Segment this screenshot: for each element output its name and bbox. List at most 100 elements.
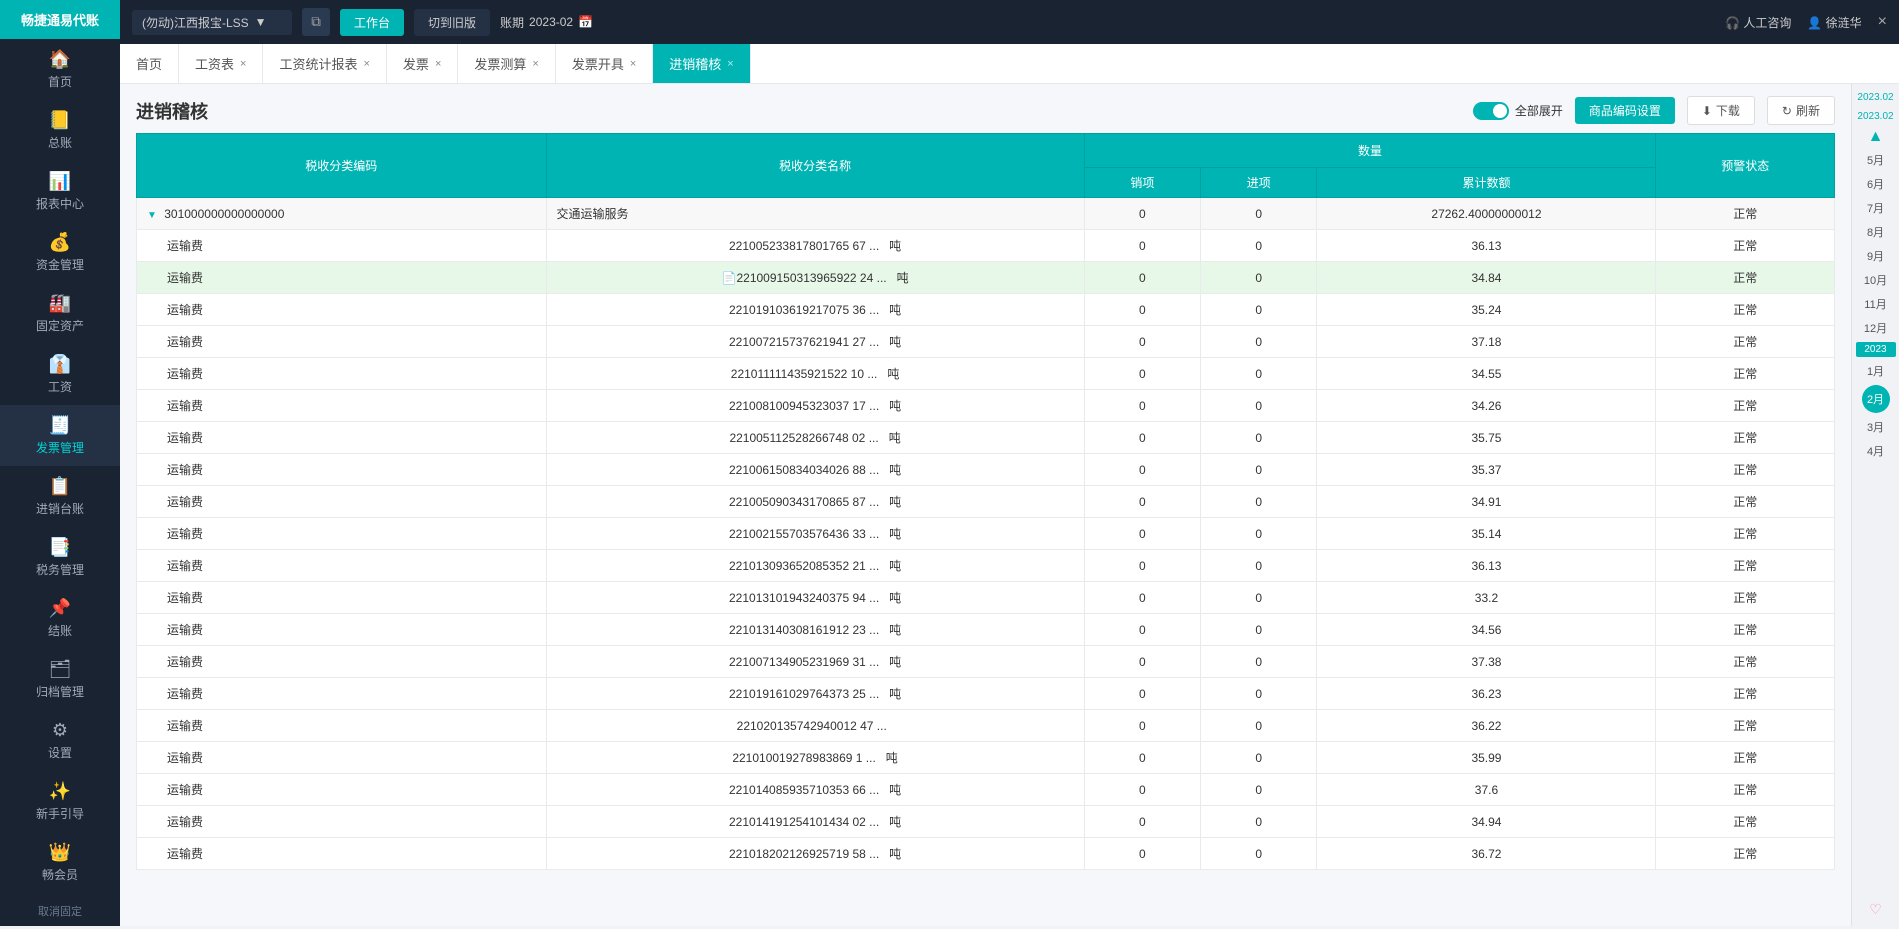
sidebar-item-reports[interactable]: 📊 报表中心 [0, 161, 120, 222]
sidebar-item-closing[interactable]: 📌 结账 [0, 588, 120, 649]
collapse-icon[interactable]: ▼ [147, 210, 157, 221]
row-tax-name: 交通运输服务 [546, 198, 1084, 230]
month-5[interactable]: 5月 [1852, 148, 1899, 172]
sidebar-item-purchase-sales[interactable]: 📋 进销台账 [0, 466, 120, 527]
month-6[interactable]: 6月 [1852, 172, 1899, 196]
table-row[interactable]: 运输费 221014085935710353 66 ... 吨 0 0 37.6… [137, 774, 1835, 806]
tab-home[interactable]: 首页 [120, 44, 179, 83]
table-row[interactable]: 运输费 221020135742940012 47 ... 0 0 36.22 … [137, 710, 1835, 742]
row-invoice-code: 221013140308161912 23 ... 吨 [546, 614, 1084, 646]
row-sales: 0 [1084, 582, 1200, 614]
row-tax-code: 运输费 [137, 422, 547, 454]
table-row[interactable]: 运输费 221013101943240375 94 ... 吨 0 0 33.2… [137, 582, 1835, 614]
tab-reconciliation[interactable]: 进销稽核 × [653, 44, 750, 83]
table-row[interactable]: 运输费 221014191254101434 02 ... 吨 0 0 34.9… [137, 806, 1835, 838]
reports-icon: 📊 [49, 171, 71, 192]
sidebar-item-funds[interactable]: 💰 资金管理 [0, 222, 120, 283]
sidebar-item-assets[interactable]: 🏭 固定资产 [0, 283, 120, 344]
sidebar-item-settings[interactable]: ⚙ 设置 [0, 710, 120, 771]
toggle-expand-label: 全部展开 [1515, 102, 1563, 119]
refresh-button[interactable]: ↻ 刷新 [1767, 96, 1835, 125]
sidebar-item-invoice[interactable]: 🧾 发票管理 [0, 405, 120, 466]
download-button[interactable]: ⬇ 下载 [1687, 96, 1755, 125]
sidebar-item-label: 总账 [48, 134, 72, 151]
toggle-expand[interactable]: 全部展开 [1473, 102, 1563, 120]
sidebar-item-membership[interactable]: 👑 畅会员 [0, 832, 120, 893]
month-3[interactable]: 3月 [1852, 415, 1899, 439]
close-button[interactable]: × [1878, 13, 1887, 31]
month-11[interactable]: 11月 [1852, 292, 1899, 316]
table-row[interactable]: 运输费 221011111435921522 10 ... 吨 0 0 34.5… [137, 358, 1835, 390]
table-row[interactable]: 运输费 221019161029764373 25 ... 吨 0 0 36.2… [137, 678, 1835, 710]
sidebar-item-guide[interactable]: ✨ 新手引导 [0, 771, 120, 832]
row-tax-code: ▼ 301000000000000000 [137, 198, 547, 230]
company-selector[interactable]: (勿动)江西报宝-LSS ▼ [132, 10, 292, 35]
switch-button[interactable]: 切到旧版 [414, 9, 490, 36]
tab-close-icon[interactable]: × [630, 58, 636, 70]
calendar-icon[interactable]: 📅 [578, 15, 593, 29]
unpin-button[interactable]: 取消固定 [0, 893, 120, 929]
table-row[interactable]: 运输费 221008100945323037 17 ... 吨 0 0 34.2… [137, 390, 1835, 422]
month-7[interactable]: 7月 [1852, 196, 1899, 220]
tab-close-icon[interactable]: × [363, 58, 369, 70]
table-row[interactable]: 运输费 221002155703576436 33 ... 吨 0 0 35.1… [137, 518, 1835, 550]
tab-close-icon[interactable]: × [240, 58, 246, 70]
assets-icon: 🏭 [49, 293, 71, 314]
tab-invoice-issue[interactable]: 发票开具 × [556, 44, 653, 83]
col-purchase: 进项 [1201, 168, 1317, 198]
table-row[interactable]: 运输费 221005090343170865 87 ... 吨 0 0 34.9… [137, 486, 1835, 518]
copy-button[interactable]: ⧉ [302, 8, 330, 36]
table-row[interactable]: 运输费 221007134905231969 31 ... 吨 0 0 37.3… [137, 646, 1835, 678]
tab-close-icon[interactable]: × [435, 58, 441, 70]
month-10[interactable]: 10月 [1852, 268, 1899, 292]
month-1[interactable]: 1月 [1852, 359, 1899, 383]
tab-salary-table[interactable]: 工资表 × [179, 44, 263, 83]
sidebar-item-archive[interactable]: 🗂 归档管理 [0, 649, 120, 710]
row-status: 正常 [1656, 678, 1835, 710]
settings-button[interactable]: 商品编码设置 [1575, 97, 1675, 124]
sidebar-item-ledger[interactable]: 📒 总账 [0, 100, 120, 161]
sidebar-item-tax[interactable]: 📑 税务管理 [0, 527, 120, 588]
month-4[interactable]: 4月 [1852, 439, 1899, 463]
headset-icon: 🎧 [1725, 16, 1740, 30]
support-label[interactable]: 🎧 人工咨询 [1725, 14, 1791, 31]
tab-invoice-calc[interactable]: 发票测算 × [458, 44, 555, 83]
row-status: 正常 [1656, 262, 1835, 294]
row-cumulative: 33.2 [1317, 582, 1656, 614]
workbench-button[interactable]: 工作台 [340, 9, 404, 36]
table-row[interactable]: 运输费 221006150834034026 88 ... 吨 0 0 35.3… [137, 454, 1835, 486]
tab-close-icon[interactable]: × [532, 58, 538, 70]
table-row[interactable]: ▼ 301000000000000000 交通运输服务 0 0 27262.40… [137, 198, 1835, 230]
table-row[interactable]: 运输费 221013140308161912 23 ... 吨 0 0 34.5… [137, 614, 1835, 646]
table-row[interactable]: 运输费 221013093652085352 21 ... 吨 0 0 36.1… [137, 550, 1835, 582]
toggle-switch[interactable] [1473, 102, 1509, 120]
month-2-active[interactable]: 2月 [1862, 385, 1890, 413]
row-purchase: 0 [1201, 326, 1317, 358]
table-row[interactable]: 运输费 221005233817801765 67 ... 吨 0 0 36.1… [137, 230, 1835, 262]
main-area: (勿动)江西报宝-LSS ▼ ⧉ 工作台 切到旧版 账期 2023-02 📅 🎧… [120, 0, 1899, 926]
row-purchase: 0 [1201, 198, 1317, 230]
tab-close-icon[interactable]: × [727, 58, 733, 70]
year-2023[interactable]: 2023 [1856, 342, 1896, 357]
user-info[interactable]: 👤 徐涟华 [1807, 14, 1861, 31]
purchase-sales-icon: 📋 [49, 476, 71, 497]
favorite-icon[interactable]: ♡ [1869, 901, 1882, 918]
table-row[interactable]: 运输费 221010019278983869 1 ... 吨 0 0 35.99… [137, 742, 1835, 774]
table-row[interactable]: 运输费 221007215737621941 27 ... 吨 0 0 37.1… [137, 326, 1835, 358]
sidebar-item-salary[interactable]: 👔 工资 [0, 344, 120, 405]
table-row[interactable]: 运输费 221005112528266748 02 ... 吨 0 0 35.7… [137, 422, 1835, 454]
month-12[interactable]: 12月 [1852, 316, 1899, 340]
right-panel-year-label: 2023.02 [1852, 88, 1899, 107]
table-row[interactable]: 运输费 221018202126925719 58 ... 吨 0 0 36.7… [137, 838, 1835, 870]
table-row[interactable]: 运输费 221019103619217075 36 ... 吨 0 0 35.2… [137, 294, 1835, 326]
table-container[interactable]: 税收分类编码 税收分类名称 数量 预警状态 销项 进项 累计数额 ▼ [120, 133, 1851, 926]
table-row[interactable]: 运输费 📄221009150313965922 24 ... 吨 0 0 34.… [137, 262, 1835, 294]
month-8[interactable]: 8月 [1852, 220, 1899, 244]
tab-invoice[interactable]: 发票 × [387, 44, 458, 83]
sidebar-item-home[interactable]: 🏠 首页 [0, 39, 120, 100]
scroll-up-button[interactable]: ▲ [1866, 126, 1886, 148]
row-purchase: 0 [1201, 806, 1317, 838]
month-9[interactable]: 9月 [1852, 244, 1899, 268]
tab-salary-stats[interactable]: 工资统计报表 × [263, 44, 386, 83]
row-purchase: 0 [1201, 838, 1317, 870]
